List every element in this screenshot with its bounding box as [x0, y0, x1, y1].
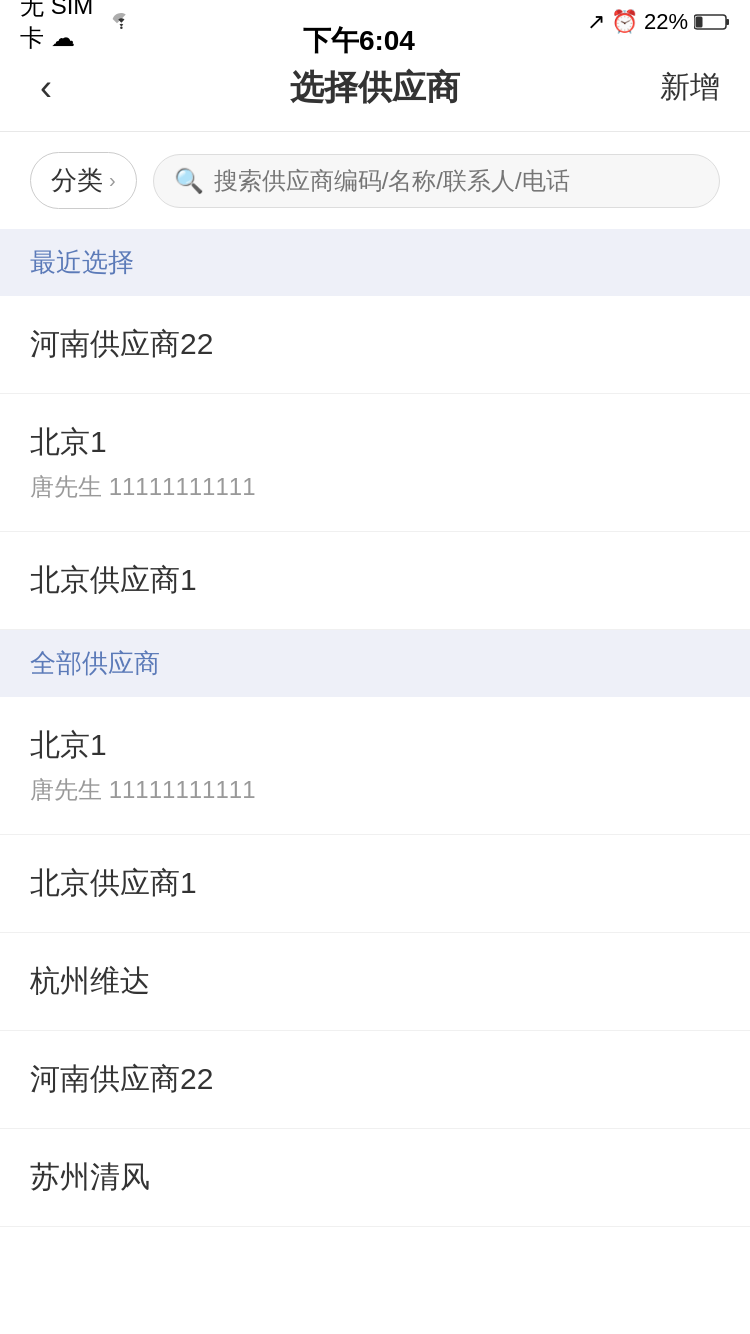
battery-text: 22% [644, 9, 688, 35]
supplier-name: 苏州清风 [30, 1157, 720, 1198]
recent-list: 河南供应商22 北京1 唐先生 11111111111 北京供应商1 [0, 296, 750, 630]
all-section-label: 全部供应商 [30, 648, 160, 678]
supplier-name: 北京供应商1 [30, 560, 720, 601]
supplier-sub: 唐先生 11111111111 [30, 774, 720, 806]
wifi-icon [112, 11, 131, 33]
list-item[interactable]: 北京供应商1 [0, 532, 750, 630]
supplier-name: 杭州维达 [30, 961, 720, 1002]
recent-section-header: 最近选择 [0, 229, 750, 296]
filter-bar: 分类 › 🔍 [0, 132, 750, 229]
status-right: ↗ ⏰ 22% [587, 9, 730, 35]
list-item[interactable]: 杭州维达 [0, 933, 750, 1031]
supplier-name: 河南供应商22 [30, 324, 720, 365]
recent-section-label: 最近选择 [30, 247, 134, 277]
supplier-name: 北京1 [30, 725, 720, 766]
status-bar: 无 SIM 卡 ☁ 下午6:04 ↗ ⏰ 22% [0, 0, 750, 44]
supplier-name: 北京1 [30, 422, 720, 463]
svg-rect-3 [696, 17, 703, 28]
list-item[interactable]: 北京1 唐先生 11111111111 [0, 394, 750, 532]
supplier-name: 河南供应商22 [30, 1059, 720, 1100]
list-item[interactable]: 河南供应商22 [0, 296, 750, 394]
chevron-right-icon: › [109, 169, 116, 192]
status-left: 无 SIM 卡 ☁ [20, 0, 131, 54]
sim-label: 无 SIM 卡 ☁ [20, 0, 104, 54]
supplier-sub: 唐先生 11111111111 [30, 471, 720, 503]
alarm-icon: ⏰ [611, 9, 638, 35]
location-icon: ↗ [587, 9, 605, 35]
back-button[interactable]: ‹ [30, 57, 62, 119]
all-list: 北京1 唐先生 11111111111 北京供应商1 杭州维达河南供应商22 苏州清风 [0, 697, 750, 1227]
search-input[interactable] [214, 167, 699, 195]
search-icon: 🔍 [174, 167, 204, 195]
all-section-header: 全部供应商 [0, 630, 750, 697]
category-filter[interactable]: 分类 › [30, 152, 137, 209]
supplier-name: 北京供应商1 [30, 863, 720, 904]
battery-icon [694, 13, 730, 31]
list-item[interactable]: 苏州清风 [0, 1129, 750, 1227]
status-time: 下午6:04 [303, 22, 415, 60]
list-item[interactable]: 河南供应商22 [0, 1031, 750, 1129]
search-box[interactable]: 🔍 [153, 154, 720, 208]
list-item[interactable]: 北京供应商1 [0, 835, 750, 933]
list-item[interactable]: 北京1 唐先生 11111111111 [0, 697, 750, 835]
add-button[interactable]: 新增 [660, 67, 720, 108]
category-label: 分类 [51, 163, 103, 198]
svg-point-0 [120, 26, 123, 29]
page-title: 选择供应商 [290, 65, 460, 111]
svg-rect-2 [726, 19, 729, 25]
